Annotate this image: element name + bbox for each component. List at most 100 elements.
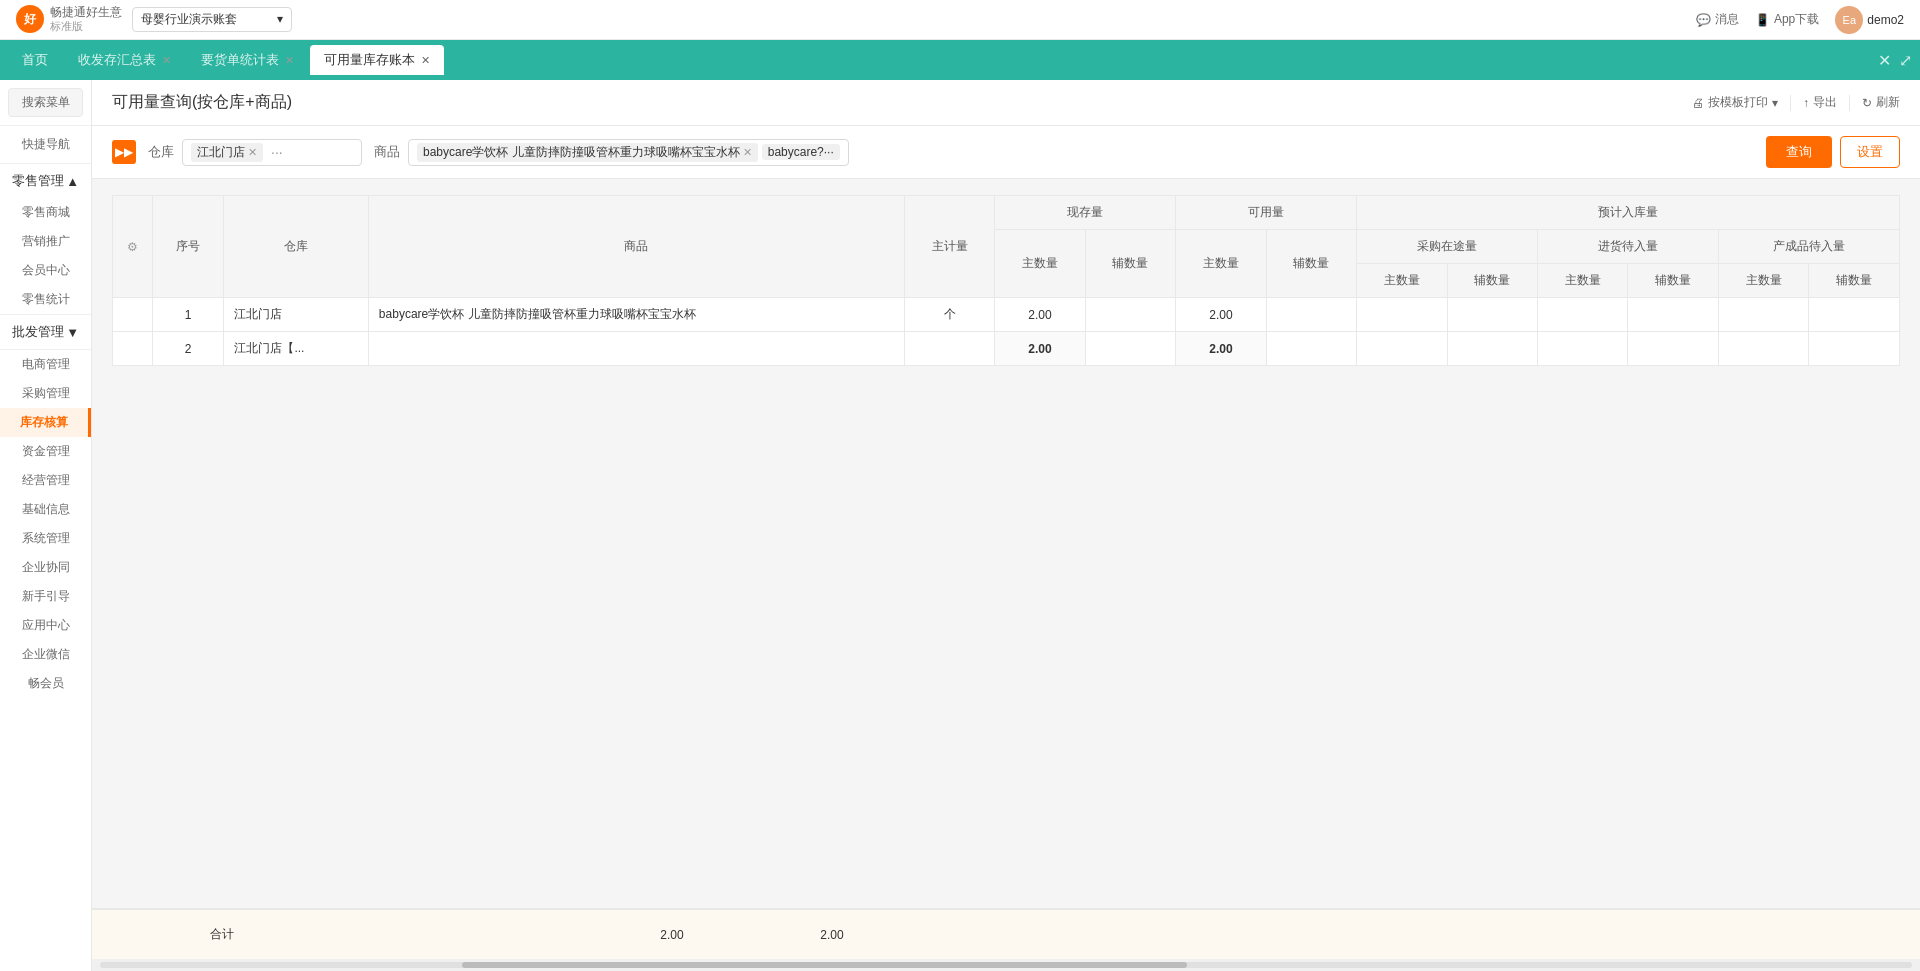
sidebar-item-member[interactable]: 会员中心 [0,256,91,285]
footer-cell-empty4 [572,918,632,951]
app-download-btn[interactable]: 📱 App下载 [1755,11,1819,28]
warehouse-tag-1-text: 江北门店 [197,144,245,161]
th-purchase-aux: 辅数量 [1447,264,1537,298]
th-settings: ⚙ [113,196,153,298]
cell-avail-main-0: 2.00 [1176,298,1266,332]
page-title: 可用量查询(按仓库+商品) [112,92,292,113]
sidebar-section-retail: 零售管理 ▲ 零售商城 营销推广 会员中心 零售统计 [0,164,91,315]
warehouse-label: 仓库 [148,143,174,161]
chevron-icon: ▲ [66,174,79,189]
sidebar-item-operations[interactable]: 经营管理 [0,466,91,495]
cell-purchase-aux-0 [1447,298,1537,332]
footer-table: 合计 2.00 2.00 [92,918,1920,951]
product-tag-1: babycare学饮杯 儿童防摔防撞吸管杯重力球吸嘴杯宝宝水杯 ✕ [417,143,758,162]
sidebar-item-inventory[interactable]: 库存核算 [0,408,91,437]
product-label: 商品 [374,143,400,161]
close-window-btn[interactable]: ✕ [1878,51,1891,70]
sidebar-retail-label: 零售管理 [12,172,64,190]
warehouse-tag-1-remove[interactable]: ✕ [248,146,257,159]
sidebar-item-enterprise[interactable]: 企业协同 [0,553,91,582]
sidebar-item-purchase[interactable]: 采购管理 [0,379,91,408]
th-avail-main: 主数量 [1176,230,1266,298]
export-btn[interactable]: ↑ 导出 [1803,94,1837,111]
sidebar-item-retail-mall[interactable]: 零售商城 [0,198,91,227]
sidebar-item-ecommerce[interactable]: 电商管理 [0,350,91,379]
tab-available-stock-close[interactable]: ✕ [421,54,430,67]
th-avail-aux: 辅数量 [1266,230,1356,298]
product-filter-group: 商品 babycare学饮杯 儿童防摔防撞吸管杯重力球吸嘴杯宝宝水杯 ✕ bab… [374,139,849,166]
gear-icon[interactable]: ⚙ [127,240,138,254]
logo-text: 畅捷通好生意 [50,5,122,19]
table-row: 2 江北门店【... 2.00 2.00 [113,332,1900,366]
sidebar-item-vip[interactable]: 畅会员 [0,669,91,698]
tab-receive-pay-close[interactable]: ✕ [162,54,171,67]
th-stock-aux: 辅数量 [1085,230,1175,298]
refresh-icon: ↻ [1862,96,1872,110]
sidebar-item-quick-nav[interactable]: 快捷导航 [0,130,91,159]
cell-unit-0: 个 [904,298,994,332]
message-btn[interactable]: 💬 消息 [1696,11,1739,28]
maximize-btn[interactable]: ⤢ [1899,51,1912,70]
sidebar-quick-nav: 快捷导航 [0,126,91,164]
search-menu-btn[interactable]: 搜索菜单 [8,88,83,117]
cell-purchase-aux-1 [1447,332,1537,366]
scroll-bar[interactable] [92,959,1920,971]
footer-stock-aux [712,918,792,951]
export-label: 导出 [1813,94,1837,111]
sidebar-item-basic[interactable]: 基础信息 [0,495,91,524]
sidebar-item-finance[interactable]: 资金管理 [0,437,91,466]
sidebar-item-marketing[interactable]: 营销推广 [0,227,91,256]
filter-expand-btn[interactable]: ▶▶ [112,140,136,164]
divider1 [1790,95,1791,111]
th-product-aux: 辅数量 [1809,264,1900,298]
user-name: demo2 [1867,13,1904,27]
cell-purchase-main-0 [1357,298,1447,332]
sidebar-item-retail-stats[interactable]: 零售统计 [0,285,91,314]
sidebar-wholesale-header[interactable]: 批发管理 ▼ [0,315,91,349]
refresh-label: 刷新 [1876,94,1900,111]
top-bar: 好 畅捷通好生意 标准版 母婴行业演示账套 ▾ 💬 消息 📱 App下载 Ea … [0,0,1920,40]
query-btn[interactable]: 查询 [1766,136,1832,168]
main-layout: 搜索菜单 快捷导航 零售管理 ▲ 零售商城 营销推广 会员中心 零售统计 批发管… [0,80,1920,971]
org-name: 母婴行业演示账套 [141,11,237,28]
refresh-btn[interactable]: ↻ 刷新 [1862,94,1900,111]
print-btn[interactable]: 🖨 按模板打印 ▾ [1692,94,1778,111]
sidebar-item-wechat[interactable]: 企业微信 [0,640,91,669]
footer-rest [872,918,1920,951]
scroll-track [100,962,1912,968]
footer-cell-empty3 [272,918,572,951]
table-row: 1 江北门店 babycare学饮杯 儿童防摔防撞吸管杯重力球吸嘴杯宝宝水杯 个… [113,298,1900,332]
tab-order-stats[interactable]: 要货单统计表 ✕ [187,45,308,75]
tab-order-stats-label: 要货单统计表 [201,51,279,69]
tab-home[interactable]: 首页 [8,45,62,75]
settings-btn[interactable]: 设置 [1840,136,1900,168]
sidebar-item-system[interactable]: 系统管理 [0,524,91,553]
sidebar-retail-header[interactable]: 零售管理 ▲ [0,164,91,198]
scroll-thumb[interactable] [462,962,1187,968]
sidebar-section-wholesale: 批发管理 ▼ [0,315,91,350]
tab-order-stats-close[interactable]: ✕ [285,54,294,67]
cell-no-1: 2 [153,332,224,366]
cell-avail-aux-1 [1266,332,1356,366]
product-tag-1-remove[interactable]: ✕ [743,146,752,159]
sidebar-item-app-center[interactable]: 应用中心 [0,611,91,640]
sidebar-wholesale-label: 批发管理 [12,323,64,341]
sidebar-search: 搜索菜单 [0,80,91,126]
sidebar: 搜索菜单 快捷导航 零售管理 ▲ 零售商城 营销推广 会员中心 零售统计 批发管… [0,80,92,971]
th-purchase-group: 采购在途量 [1357,230,1538,264]
tab-receive-pay[interactable]: 收发存汇总表 ✕ [64,45,185,75]
warehouse-more[interactable]: ··· [267,144,287,160]
data-table: ⚙ 序号 仓库 商品 主计量 现存量 可用量 预计入库量 主数量 辅数量 主数量 [112,195,1900,366]
cell-purchase-main-1 [1357,332,1447,366]
th-main-unit: 主计量 [904,196,994,298]
product-tag-2: babycare?··· [762,144,840,160]
product-tags[interactable]: babycare学饮杯 儿童防摔防撞吸管杯重力球吸嘴杯宝宝水杯 ✕ babyca… [408,139,849,166]
table-area: ⚙ 序号 仓库 商品 主计量 现存量 可用量 预计入库量 主数量 辅数量 主数量 [92,179,1920,908]
user-avatar-btn[interactable]: Ea demo2 [1835,6,1904,34]
tab-receive-pay-label: 收发存汇总表 [78,51,156,69]
tab-available-stock[interactable]: 可用量库存账本 ✕ [310,45,444,75]
warehouse-tags[interactable]: 江北门店 ✕ ··· [182,139,362,166]
cell-avail-main-1: 2.00 [1176,332,1266,366]
org-selector[interactable]: 母婴行业演示账套 ▾ [132,7,292,32]
sidebar-item-newbie[interactable]: 新手引导 [0,582,91,611]
